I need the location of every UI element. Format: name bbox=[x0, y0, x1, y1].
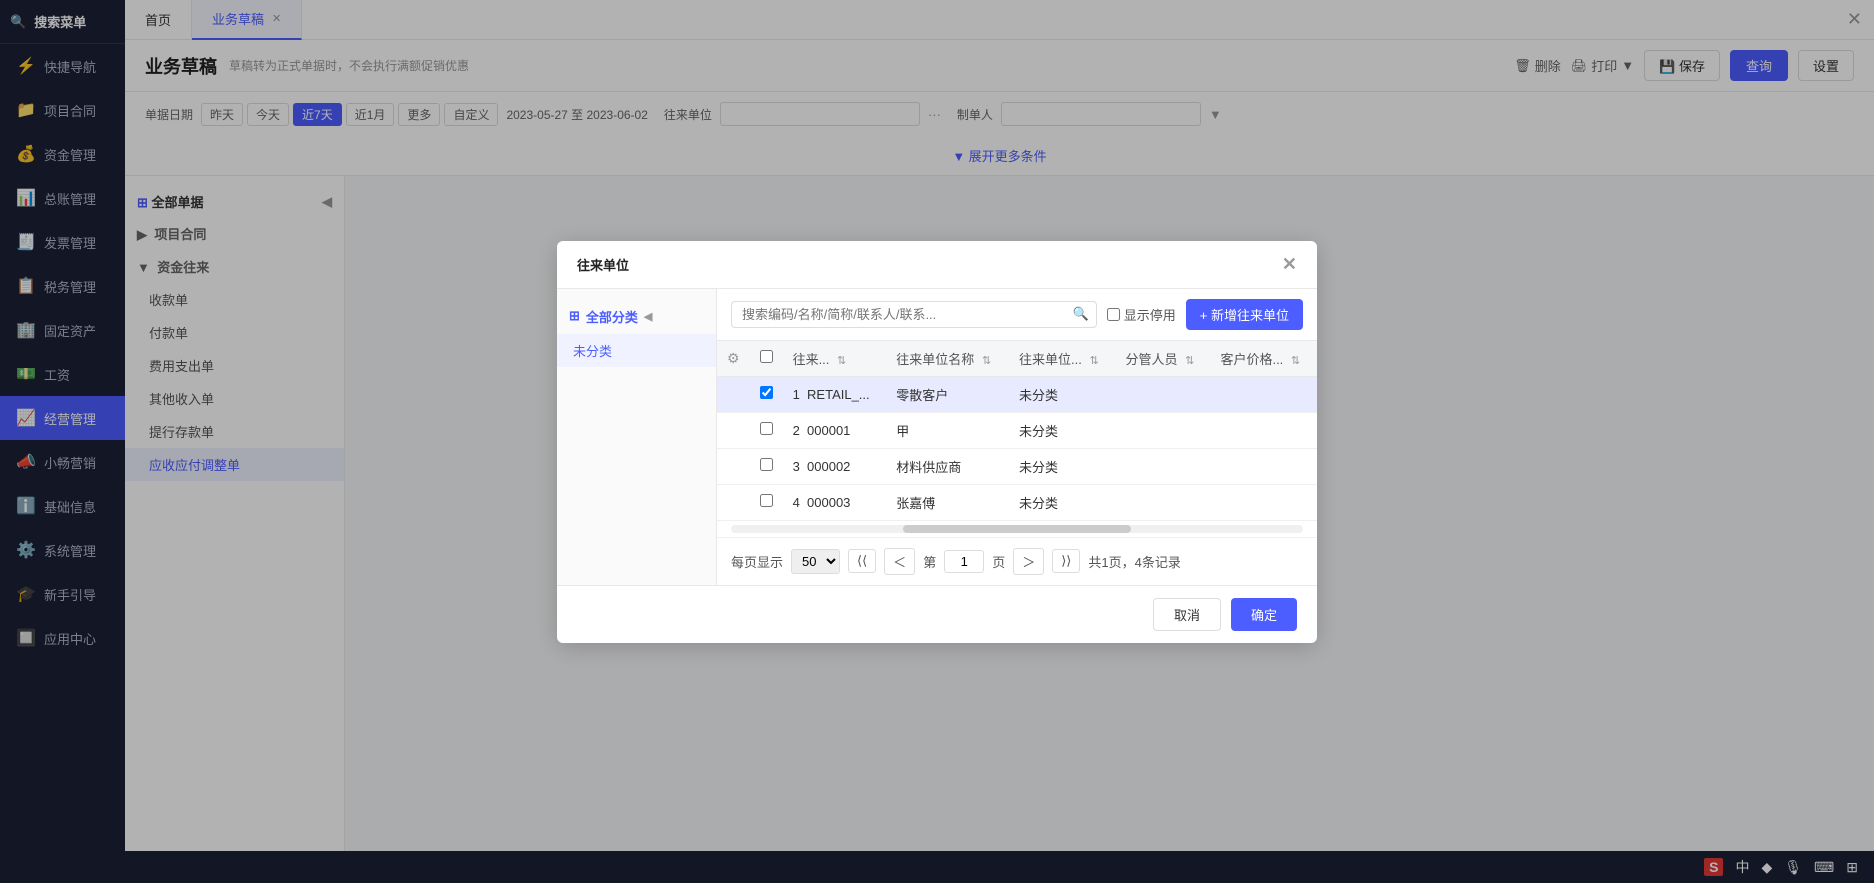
dialog-title: 往来单位 bbox=[577, 255, 629, 274]
row-category: 未分类 bbox=[1009, 484, 1116, 520]
row-manager bbox=[1116, 448, 1211, 484]
tree-unclassified-label: 未分类 bbox=[573, 344, 612, 359]
row-checkbox[interactable] bbox=[760, 386, 773, 399]
dialog-overlay: 往来单位 ✕ ⊞ 全部分类 ◀ 未分类 bbox=[0, 0, 1874, 883]
scrollbar-thumb bbox=[903, 525, 1132, 533]
page-input[interactable] bbox=[944, 550, 984, 573]
collapse-tree-icon[interactable]: ◀ bbox=[644, 310, 652, 323]
col-price-header[interactable]: 客户价格... ⇅ bbox=[1210, 341, 1317, 377]
row-num: 1 RETAIL_... bbox=[783, 376, 887, 412]
row-num: 2 000001 bbox=[783, 412, 887, 448]
table-row[interactable]: 2 000001 甲 未分类 bbox=[717, 412, 1317, 448]
select-all-checkbox[interactable] bbox=[760, 350, 773, 363]
row-checkbox[interactable] bbox=[760, 458, 773, 471]
col-name-header[interactable]: 往来单位名称 ⇅ bbox=[886, 341, 1009, 377]
search-icon[interactable]: 🔍 bbox=[1073, 306, 1089, 322]
table-row[interactable]: 3 000002 材料供应商 未分类 bbox=[717, 448, 1317, 484]
row-num: 4 000003 bbox=[783, 484, 887, 520]
dialog-close-button[interactable]: ✕ bbox=[1282, 255, 1297, 273]
row-name: 张嘉傅 bbox=[886, 484, 1009, 520]
show-disabled-toggle[interactable]: 显示停用 bbox=[1107, 305, 1176, 324]
page-suffix: 页 bbox=[992, 552, 1005, 571]
row-manager bbox=[1116, 376, 1211, 412]
dialog: 往来单位 ✕ ⊞ 全部分类 ◀ 未分类 bbox=[557, 241, 1317, 643]
dialog-header: 往来单位 ✕ bbox=[557, 241, 1317, 289]
row-settings bbox=[717, 376, 750, 412]
total-label: 共1页，4条记录 bbox=[1088, 552, 1180, 571]
first-page-button[interactable]: ⟨⟨ bbox=[848, 549, 876, 573]
row-checkbox[interactable] bbox=[760, 494, 773, 507]
row-check[interactable] bbox=[750, 448, 783, 484]
dialog-footer: 取消 确定 bbox=[557, 585, 1317, 643]
sort-icon: ⇅ bbox=[982, 355, 991, 367]
row-settings bbox=[717, 448, 750, 484]
grid-icon: ⊞ bbox=[569, 308, 580, 324]
col-settings[interactable]: ⚙ bbox=[717, 341, 750, 377]
dialog-tree: ⊞ 全部分类 ◀ 未分类 bbox=[557, 289, 717, 585]
row-check[interactable] bbox=[750, 412, 783, 448]
row-name: 材料供应商 bbox=[886, 448, 1009, 484]
tree-all-label: 全部分类 bbox=[586, 307, 638, 326]
search-wrap: 🔍 bbox=[731, 301, 1097, 328]
row-price bbox=[1210, 484, 1317, 520]
dialog-search-input[interactable] bbox=[731, 301, 1097, 328]
row-name: 甲 bbox=[886, 412, 1009, 448]
col-category-header[interactable]: 往来单位... ⇅ bbox=[1009, 341, 1116, 377]
confirm-button[interactable]: 确定 bbox=[1231, 598, 1297, 631]
row-name: 零散客户 bbox=[886, 376, 1009, 412]
row-manager bbox=[1116, 412, 1211, 448]
last-page-button[interactable]: ⟩⟩ bbox=[1052, 549, 1080, 573]
show-disabled-label: 显示停用 bbox=[1124, 305, 1176, 324]
row-check[interactable] bbox=[750, 376, 783, 412]
next-page-button[interactable]: ＞ bbox=[1013, 548, 1044, 575]
row-category: 未分类 bbox=[1009, 376, 1116, 412]
tree-all-category[interactable]: ⊞ 全部分类 ◀ bbox=[557, 299, 716, 334]
dialog-table: ⚙ 往来... ⇅ 往来单位名称 ⇅ bbox=[717, 341, 1317, 521]
dialog-body: ⊞ 全部分类 ◀ 未分类 🔍 显示停用 bbox=[557, 289, 1317, 585]
dialog-toolbar: 🔍 显示停用 + 新增往来单位 bbox=[717, 289, 1317, 341]
row-settings bbox=[717, 412, 750, 448]
row-settings bbox=[717, 484, 750, 520]
sort-icon: ⇅ bbox=[837, 355, 846, 367]
prev-page-button[interactable]: ＜ bbox=[884, 548, 915, 575]
col-check[interactable] bbox=[750, 341, 783, 377]
table-scrollbar[interactable] bbox=[731, 525, 1303, 533]
row-checkbox[interactable] bbox=[760, 422, 773, 435]
table-row[interactable]: 1 RETAIL_... 零散客户 未分类 bbox=[717, 376, 1317, 412]
col-code-header[interactable]: 往来... ⇅ bbox=[783, 341, 887, 377]
row-category: 未分类 bbox=[1009, 412, 1116, 448]
sort-icon: ⇅ bbox=[1291, 355, 1300, 367]
col-manager-header[interactable]: 分管人员 ⇅ bbox=[1116, 341, 1211, 377]
per-page-select[interactable]: 50 bbox=[791, 549, 840, 574]
new-unit-button[interactable]: + 新增往来单位 bbox=[1186, 299, 1303, 330]
per-page-label: 每页显示 bbox=[731, 552, 783, 571]
tree-item-unclassified[interactable]: 未分类 bbox=[557, 334, 716, 367]
sort-icon: ⇅ bbox=[1185, 355, 1194, 367]
cancel-button[interactable]: 取消 bbox=[1153, 598, 1221, 631]
row-category: 未分类 bbox=[1009, 448, 1116, 484]
dialog-pagination: 每页显示 50 ⟨⟨ ＜ 第 页 ＞ ⟩⟩ 共1页，4条记录 bbox=[717, 537, 1317, 585]
units-table: ⚙ 往来... ⇅ 往来单位名称 ⇅ bbox=[717, 341, 1317, 521]
row-check[interactable] bbox=[750, 484, 783, 520]
sort-icon: ⇅ bbox=[1089, 355, 1098, 367]
show-disabled-checkbox[interactable] bbox=[1107, 308, 1120, 321]
row-price bbox=[1210, 376, 1317, 412]
row-manager bbox=[1116, 484, 1211, 520]
row-price bbox=[1210, 448, 1317, 484]
row-price bbox=[1210, 412, 1317, 448]
dialog-right: 🔍 显示停用 + 新增往来单位 ⚙ bbox=[717, 289, 1317, 585]
table-row[interactable]: 4 000003 张嘉傅 未分类 bbox=[717, 484, 1317, 520]
row-num: 3 000002 bbox=[783, 448, 887, 484]
page-label: 第 bbox=[923, 552, 936, 571]
